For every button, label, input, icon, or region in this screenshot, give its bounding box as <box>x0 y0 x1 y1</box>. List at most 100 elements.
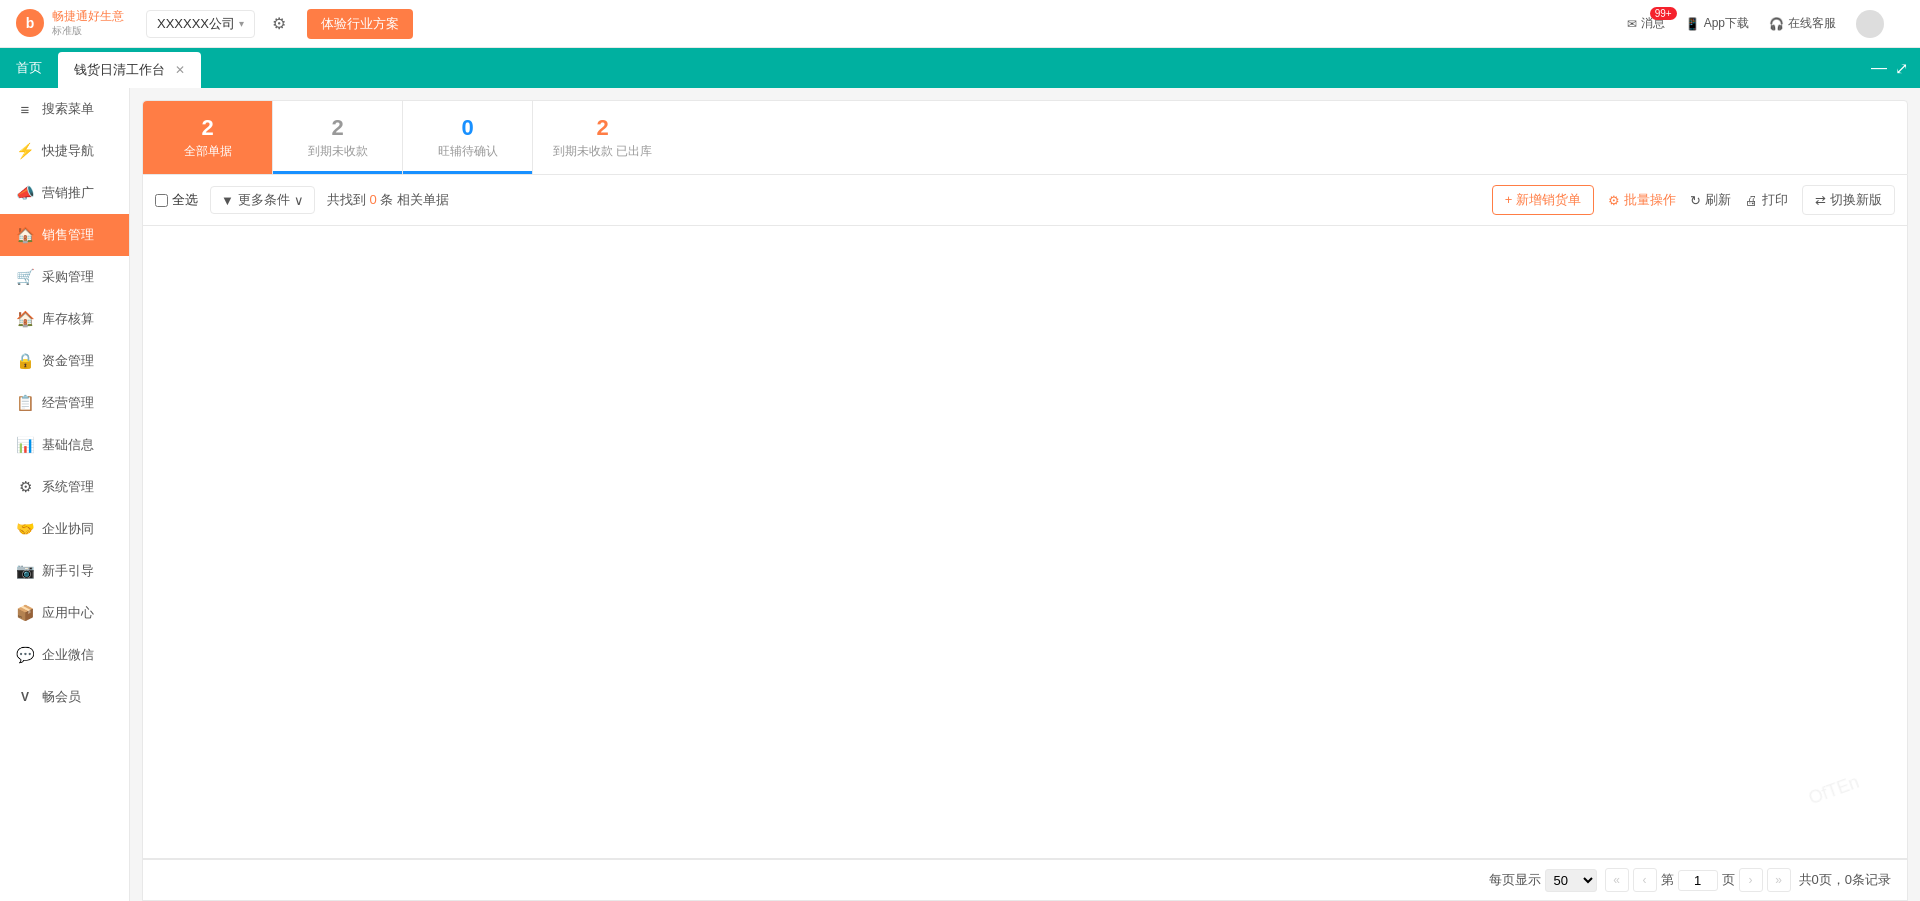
stat-overdue-label: 到期未收款 <box>293 143 382 160</box>
sidebar-item-quick-nav[interactable]: ⚡ 快捷导航 <box>0 130 129 172</box>
app-download-action[interactable]: 📱 App下载 <box>1685 15 1749 32</box>
stat-tab-all[interactable]: 2 全部单据 <box>143 101 273 174</box>
message-icon: ✉ <box>1627 17 1637 31</box>
trial-button[interactable]: 体验行业方案 <box>307 9 413 39</box>
stat-pending-label: 旺辅待确认 <box>423 143 512 160</box>
avatar[interactable] <box>1856 10 1884 38</box>
toolbar-left: 全选 ▼ 更多条件 ∨ 共找到 0 条 相关单据 <box>155 186 449 214</box>
sidebar-item-operations[interactable]: 📋 经营管理 <box>0 382 129 424</box>
filter-chevron-icon: ∨ <box>294 193 304 208</box>
wechat-icon: 💬 <box>16 646 34 664</box>
batch-operation-button[interactable]: ⚙ 批量操作 <box>1608 191 1676 209</box>
page-suffix: 页 <box>1722 871 1735 889</box>
stat-pending-num: 0 <box>423 115 512 141</box>
sidebar-item-app-center[interactable]: 📦 应用中心 <box>0 592 129 634</box>
app-badge: 标准版 <box>52 24 124 38</box>
search-menu-icon: ≡ <box>16 100 34 118</box>
sidebar-label-inventory: 库存核算 <box>42 310 94 328</box>
marketing-icon: 📣 <box>16 184 34 202</box>
page-last-button[interactable]: » <box>1767 868 1791 892</box>
toolbar: 全选 ▼ 更多条件 ∨ 共找到 0 条 相关单据 + 新增销货单 ⚙ <box>142 175 1908 226</box>
header-right: ✉ 消息 99+ 📱 App下载 🎧 在线客服 <box>1627 10 1904 38</box>
top-header: b 畅捷通好生意 标准版 XXXXXX公司 ▾ ⚙ 体验行业方案 ✉ 消息 99… <box>0 0 1920 48</box>
sidebar-item-guide[interactable]: 📷 新手引导 <box>0 550 129 592</box>
sidebar-label-system: 系统管理 <box>42 478 94 496</box>
tab-home[interactable]: 首页 <box>0 48 58 88</box>
sidebar-item-system[interactable]: ⚙ 系统管理 <box>0 466 129 508</box>
pagination-bar: 每页显示 50 100 « ‹ 第 页 › » 共0页，0条记录 <box>142 859 1908 901</box>
stat-all-num: 2 <box>163 115 252 141</box>
per-page-select[interactable]: 50 100 <box>1545 869 1597 892</box>
online-service-action[interactable]: 🎧 在线客服 <box>1769 15 1836 32</box>
tab-close-icon[interactable]: ✕ <box>175 63 185 77</box>
app-download-label: App下载 <box>1704 15 1749 32</box>
sidebar-item-inventory[interactable]: 🏠 库存核算 <box>0 298 129 340</box>
sidebar-item-wechat[interactable]: 💬 企业微信 <box>0 634 129 676</box>
switch-label: 切换新版 <box>1830 191 1882 209</box>
online-service-label: 在线客服 <box>1788 15 1836 32</box>
page-size-selector: 每页显示 50 100 <box>1489 869 1597 892</box>
sidebar-label-guide: 新手引导 <box>42 562 94 580</box>
app-center-icon: 📦 <box>16 604 34 622</box>
system-icon: ⚙ <box>16 478 34 496</box>
found-count: 0 <box>370 192 377 207</box>
tab-bar-actions: — ⤢ <box>1871 59 1920 78</box>
message-badge: 99+ <box>1650 7 1677 20</box>
sidebar-item-marketing[interactable]: 📣 营销推广 <box>0 172 129 214</box>
select-all-checkbox[interactable]: 全选 <box>155 191 198 209</box>
settings-icon[interactable]: ⚙ <box>263 8 295 40</box>
quick-nav-icon: ⚡ <box>16 142 34 160</box>
stat-tab-overdue-shipped[interactable]: 2 到期未收款 已出库 <box>533 101 672 174</box>
sidebar-item-base-info[interactable]: 📊 基础信息 <box>0 424 129 466</box>
sidebar-item-member[interactable]: V 畅会员 <box>0 676 129 718</box>
switch-icon: ⇄ <box>1815 193 1826 208</box>
refresh-icon: ↻ <box>1690 193 1701 208</box>
company-selector[interactable]: XXXXXX公司 ▾ <box>146 10 255 38</box>
tab-minimize-button[interactable]: — <box>1871 59 1887 77</box>
main-layout: ≡ 搜索菜单 ⚡ 快捷导航 📣 营销推广 🏠 销售管理 🛒 采购管理 🏠 库存核… <box>0 88 1920 901</box>
add-order-button[interactable]: + 新增销货单 <box>1492 185 1594 215</box>
member-icon: V <box>16 688 34 706</box>
select-all-input[interactable] <box>155 194 168 207</box>
stat-tab-overdue[interactable]: 2 到期未收款 <box>273 101 403 174</box>
print-button[interactable]: 🖨 打印 <box>1745 191 1788 209</box>
filter-button[interactable]: ▼ 更多条件 ∨ <box>210 186 315 214</box>
logo-area: b 畅捷通好生意 标准版 <box>16 9 146 37</box>
batch-label: 批量操作 <box>1624 191 1676 209</box>
stat-overdue-underline <box>273 171 402 174</box>
page-next-button[interactable]: › <box>1739 868 1763 892</box>
stat-pending-underline <box>403 171 532 174</box>
sidebar-item-sales[interactable]: 🏠 销售管理 <box>0 214 129 256</box>
sidebar-label-enterprise: 企业协同 <box>42 520 94 538</box>
stat-tab-pending[interactable]: 0 旺辅待确认 <box>403 101 533 174</box>
switch-version-button[interactable]: ⇄ 切换新版 <box>1802 185 1895 215</box>
table-area <box>142 226 1908 859</box>
sidebar-item-enterprise[interactable]: 🤝 企业协同 <box>0 508 129 550</box>
page-first-button[interactable]: « <box>1605 868 1629 892</box>
content-area: 2 全部单据 2 到期未收款 0 旺辅待确认 2 到期未收款 已出库 <box>130 88 1920 901</box>
sidebar-item-search[interactable]: ≡ 搜索菜单 <box>0 88 129 130</box>
batch-icon: ⚙ <box>1608 193 1620 208</box>
sidebar-item-finance[interactable]: 🔒 资金管理 <box>0 340 129 382</box>
tab-home-label: 首页 <box>16 59 42 77</box>
found-unit: 条 <box>380 192 393 207</box>
tab-maximize-button[interactable]: ⤢ <box>1895 59 1908 78</box>
tab-workbench[interactable]: 钱货日清工作台 ✕ <box>58 52 201 88</box>
sidebar-item-purchase[interactable]: 🛒 采购管理 <box>0 256 129 298</box>
chevron-down-icon: ▾ <box>239 18 244 29</box>
operations-icon: 📋 <box>16 394 34 412</box>
found-prefix: 共找到 <box>327 192 366 207</box>
page-input[interactable] <box>1678 870 1718 891</box>
base-info-icon: 📊 <box>16 436 34 454</box>
total-text: 共0页，0条记录 <box>1799 871 1891 889</box>
page-label: 第 <box>1661 871 1674 889</box>
stat-overdue-num: 2 <box>293 115 382 141</box>
page-prev-button[interactable]: ‹ <box>1633 868 1657 892</box>
refresh-button[interactable]: ↻ 刷新 <box>1690 191 1731 209</box>
sales-icon: 🏠 <box>16 226 34 244</box>
sidebar-label-sales: 销售管理 <box>42 226 94 244</box>
toolbar-right: + 新增销货单 ⚙ 批量操作 ↻ 刷新 🖨 打印 ⇄ 切换新版 <box>1492 185 1895 215</box>
message-action[interactable]: ✉ 消息 99+ <box>1627 15 1665 32</box>
tab-bar: 首页 钱货日清工作台 ✕ — ⤢ <box>0 48 1920 88</box>
service-icon: 🎧 <box>1769 17 1784 31</box>
